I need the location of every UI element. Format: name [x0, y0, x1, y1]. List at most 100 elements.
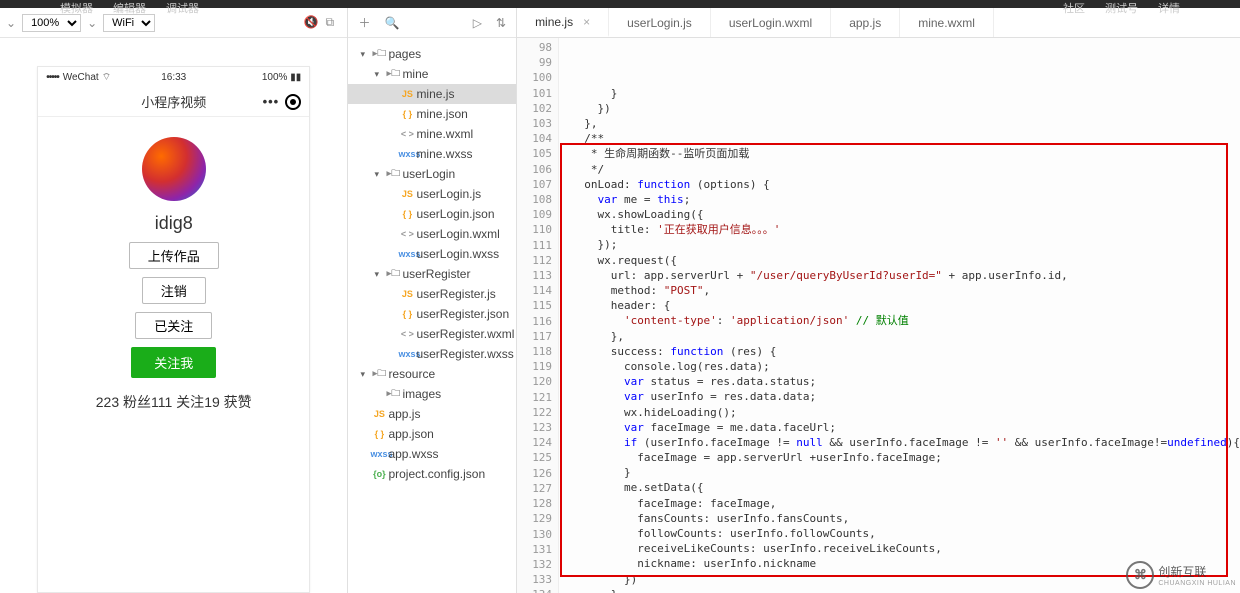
code-line[interactable]: if (userInfo.faceImage != null && userIn…: [571, 435, 1240, 450]
tab-userLogin-js[interactable]: userLogin.js: [609, 8, 711, 37]
tree-item-userLogin-wxss[interactable]: wxssuserLogin.wxss: [348, 244, 516, 264]
caret-icon: ▾: [374, 169, 384, 180]
file-explorer: ＋ 🔍 ▷ ⇅ ▾▸🗀pages▾▸🗀mineJSmine.js{ }mine.…: [348, 8, 517, 593]
code-line[interactable]: * 生命周期函数--监听页面加载: [571, 146, 1240, 161]
code-line[interactable]: header: {: [571, 298, 1240, 313]
tree-item-label: userLogin.wxss: [416, 247, 499, 261]
tree-item-app-js[interactable]: JSapp.js: [348, 404, 516, 424]
code-line[interactable]: wx.showLoading({: [571, 207, 1240, 222]
code-line[interactable]: onLoad: function (options) {: [571, 177, 1240, 192]
code-line[interactable]: url: app.serverUrl + "/user/queryByUserI…: [571, 268, 1240, 283]
target-icon[interactable]: [285, 94, 301, 110]
code-line[interactable]: receiveLikeCounts: userInfo.receiveLikeC…: [571, 541, 1240, 556]
avatar[interactable]: [142, 137, 206, 201]
tree-item-userRegister-json[interactable]: { }userRegister.json: [348, 304, 516, 324]
tree-item-userRegister-js[interactable]: JSuserRegister.js: [348, 284, 516, 304]
folder-icon: ▸🗀: [384, 386, 402, 402]
network-select[interactable]: WiFi: [103, 14, 155, 32]
tree-item-userRegister-wxss[interactable]: wxssuserRegister.wxss: [348, 344, 516, 364]
tree-item-label: userLogin.json: [416, 207, 494, 221]
code-line[interactable]: followCounts: userInfo.followCounts,: [571, 526, 1240, 541]
tree-item-resource[interactable]: ▾▸🗀resource: [348, 364, 516, 384]
tree-item-mine-js[interactable]: JSmine.js: [348, 84, 516, 104]
code-line[interactable]: }: [571, 86, 1240, 101]
code-line[interactable]: title: '正在获取用户信息。。。': [571, 222, 1240, 237]
folder-icon: ▸🗀: [384, 166, 402, 182]
upload-button[interactable]: 上传作品: [129, 242, 219, 269]
tree-item-mine-wxml[interactable]: < >mine.wxml: [348, 124, 516, 144]
menu-testid[interactable]: 测试号: [1105, 0, 1138, 8]
code-line[interactable]: wx.hideLoading();: [571, 405, 1240, 420]
code-line[interactable]: },: [571, 116, 1240, 131]
tree-item-project-config-json[interactable]: {o}project.config.json: [348, 464, 516, 484]
code-line[interactable]: /**: [571, 131, 1240, 146]
code-line[interactable]: success: function (res) {: [571, 344, 1240, 359]
logout-button[interactable]: 注销: [142, 277, 206, 304]
code-line[interactable]: var me = this;: [571, 192, 1240, 207]
code-line[interactable]: console.log(res.data);: [571, 359, 1240, 374]
toggle-icon[interactable]: ⇅: [496, 16, 506, 30]
menu-dots-icon[interactable]: •••: [263, 94, 280, 109]
code-line[interactable]: method: "POST",: [571, 283, 1240, 298]
code-line[interactable]: }: [571, 465, 1240, 480]
tree-item-userLogin-json[interactable]: { }userLogin.json: [348, 204, 516, 224]
tree-item-app-json[interactable]: { }app.json: [348, 424, 516, 444]
code-line[interactable]: */: [571, 162, 1240, 177]
menu-editor[interactable]: 编辑器: [113, 0, 146, 8]
tree-item-app-wxss[interactable]: wxssapp.wxss: [348, 444, 516, 464]
add-file-icon[interactable]: ＋: [358, 14, 370, 31]
tree-item-userLogin-wxml[interactable]: < >userLogin.wxml: [348, 224, 516, 244]
tree-item-pages[interactable]: ▾▸🗀pages: [348, 44, 516, 64]
chevron-down-icon[interactable]: ⌄: [87, 16, 97, 30]
code-line[interactable]: var status = res.data.status;: [571, 374, 1240, 389]
menu-debugger[interactable]: 调试器: [166, 0, 199, 8]
code-line[interactable]: 'content-type': 'application/json' // 默认…: [571, 313, 1240, 328]
code-area[interactable]: 9899100101102103104105106107108109110111…: [517, 38, 1240, 593]
tree-item-userLogin[interactable]: ▾▸🗀userLogin: [348, 164, 516, 184]
file-tree[interactable]: ▾▸🗀pages▾▸🗀mineJSmine.js{ }mine.json< >m…: [348, 38, 516, 593]
play-icon[interactable]: ▷: [473, 16, 482, 30]
tree-item-userRegister-wxml[interactable]: < >userRegister.wxml: [348, 324, 516, 344]
code-line[interactable]: }): [571, 101, 1240, 116]
tab-mine-wxml[interactable]: mine.wxml: [900, 8, 994, 37]
tab-app-js[interactable]: app.js: [831, 8, 900, 37]
code-line[interactable]: wx.request({: [571, 253, 1240, 268]
code-line[interactable]: },: [571, 329, 1240, 344]
tree-item-mine[interactable]: ▾▸🗀mine: [348, 64, 516, 84]
dock-icon[interactable]: ⧉: [325, 15, 341, 31]
code-line[interactable]: var userInfo = res.data.data;: [571, 389, 1240, 404]
battery-label: 100% ▮▮: [262, 72, 301, 83]
tab-userLogin-wxml[interactable]: userLogin.wxml: [711, 8, 831, 37]
menu-simulator[interactable]: 模拟器: [60, 0, 93, 8]
tree-item-mine-wxss[interactable]: wxssmine.wxss: [348, 144, 516, 164]
tree-item-images[interactable]: ▸🗀images: [348, 384, 516, 404]
code-line[interactable]: fansCounts: userInfo.fansCounts,: [571, 511, 1240, 526]
caret-icon: ▾: [360, 49, 370, 60]
tab-mine-js[interactable]: mine.js×: [517, 8, 609, 37]
search-icon[interactable]: 🔍: [384, 16, 399, 30]
config-icon: {o}: [370, 469, 388, 479]
follow-button[interactable]: 关注我: [131, 347, 216, 378]
carrier-label: WeChat: [63, 72, 99, 83]
menu-community[interactable]: 社区: [1063, 0, 1085, 8]
tree-item-userRegister[interactable]: ▾▸🗀userRegister: [348, 264, 516, 284]
tree-item-label: userRegister: [402, 267, 470, 281]
code-line[interactable]: });: [571, 237, 1240, 252]
line-gutter: 9899100101102103104105106107108109110111…: [517, 38, 559, 593]
code-line[interactable]: faceImage = app.serverUrl +userInfo.face…: [571, 450, 1240, 465]
followed-button[interactable]: 已关注: [135, 312, 212, 339]
close-icon[interactable]: ×: [583, 15, 590, 29]
code-content[interactable]: } }) }, /** * 生命周期函数--监听页面加载 */ onLoad: …: [559, 38, 1240, 593]
tree-item-label: mine.js: [416, 87, 454, 101]
tree-item-mine-json[interactable]: { }mine.json: [348, 104, 516, 124]
code-line[interactable]: me.setData({: [571, 480, 1240, 495]
code-line[interactable]: var faceImage = me.data.faceUrl;: [571, 420, 1240, 435]
tree-item-label: userRegister.js: [416, 287, 495, 301]
zoom-select[interactable]: 100%: [22, 14, 81, 32]
mute-icon[interactable]: 🔇: [303, 15, 319, 31]
folder-icon: ▸🗀: [370, 366, 388, 382]
chevron-down-icon[interactable]: ⌄: [6, 16, 16, 30]
menu-details[interactable]: 详情: [1158, 0, 1180, 8]
tree-item-userLogin-js[interactable]: JSuserLogin.js: [348, 184, 516, 204]
code-line[interactable]: faceImage: faceImage,: [571, 496, 1240, 511]
